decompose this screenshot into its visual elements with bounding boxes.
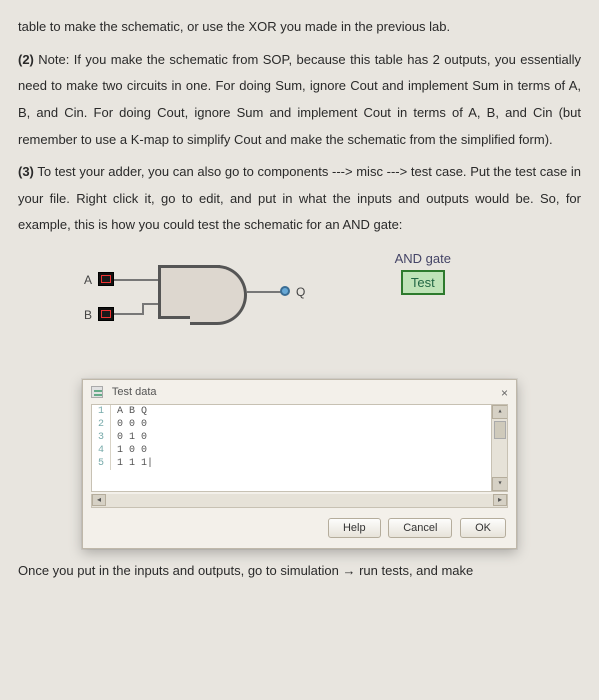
paragraph-note-3: (3) To test your adder, you can also go … <box>18 159 581 239</box>
port-b-box <box>98 307 114 321</box>
wire-a <box>114 279 158 281</box>
wire-out <box>247 291 283 293</box>
circuit-figure: AND gate Test A B Q <box>18 249 581 379</box>
paragraph-intro: table to make the schematic, or use the … <box>18 14 581 41</box>
gate-label-block: AND gate Test <box>395 251 451 295</box>
table-row: 41 0 0 <box>92 444 159 457</box>
test-data-dialog: Test data × 1A B Q 20 0 0 30 1 0 41 0 0 … <box>82 379 517 549</box>
paragraph-note-2: (2) Note: If you make the schematic from… <box>18 47 581 154</box>
test-button[interactable]: Test <box>401 270 445 295</box>
paragraph-note-3-body: To test your adder, you can also go to c… <box>18 164 581 232</box>
cancel-button[interactable]: Cancel <box>388 518 452 538</box>
and-gate-body <box>158 265 220 319</box>
vertical-scrollbar[interactable]: ▴ ▾ <box>491 405 507 491</box>
scroll-left-icon[interactable]: ◂ <box>92 494 106 506</box>
paragraph-bottom: Once you put in the inputs and outputs, … <box>18 559 581 584</box>
scroll-up-icon[interactable]: ▴ <box>492 405 508 419</box>
scroll-down-icon[interactable]: ▾ <box>492 477 508 491</box>
scroll-right-icon[interactable]: ▸ <box>493 494 507 506</box>
item-number-2: (2) <box>18 52 34 67</box>
wire-b-h1 <box>114 313 144 315</box>
close-icon[interactable]: × <box>501 386 508 400</box>
help-button[interactable]: Help <box>328 518 381 538</box>
scroll-thumb[interactable] <box>494 421 506 439</box>
dialog-title-text: Test data <box>112 386 157 398</box>
wire-b-h2 <box>142 303 158 305</box>
dialog-button-row: Help Cancel OK <box>83 508 516 548</box>
port-q-label: Q <box>296 285 305 299</box>
ok-button[interactable]: OK <box>460 518 506 538</box>
test-data-icon <box>91 386 103 398</box>
item-number-3: (3) <box>18 164 34 179</box>
output-node <box>280 286 290 296</box>
table-row: 51 1 1| <box>92 457 159 470</box>
port-a-box <box>98 272 114 286</box>
paragraph-note-2-body: Note: If you make the schematic from SOP… <box>18 52 581 147</box>
test-data-table: 1A B Q 20 0 0 30 1 0 41 0 0 51 1 1| <box>92 405 159 470</box>
table-row: 30 1 0 <box>92 431 159 444</box>
gate-label-text: AND gate <box>395 251 451 266</box>
table-row: 1A B Q <box>92 405 159 418</box>
dialog-title-bar: Test data × <box>83 380 516 402</box>
port-b-label: B <box>84 308 92 322</box>
port-a-label: A <box>84 273 92 287</box>
table-row: 20 0 0 <box>92 418 159 431</box>
test-data-grid[interactable]: 1A B Q 20 0 0 30 1 0 41 0 0 51 1 1| ▴ ▾ <box>91 404 508 492</box>
horizontal-scrollbar[interactable]: ◂ ▸ <box>91 494 508 508</box>
